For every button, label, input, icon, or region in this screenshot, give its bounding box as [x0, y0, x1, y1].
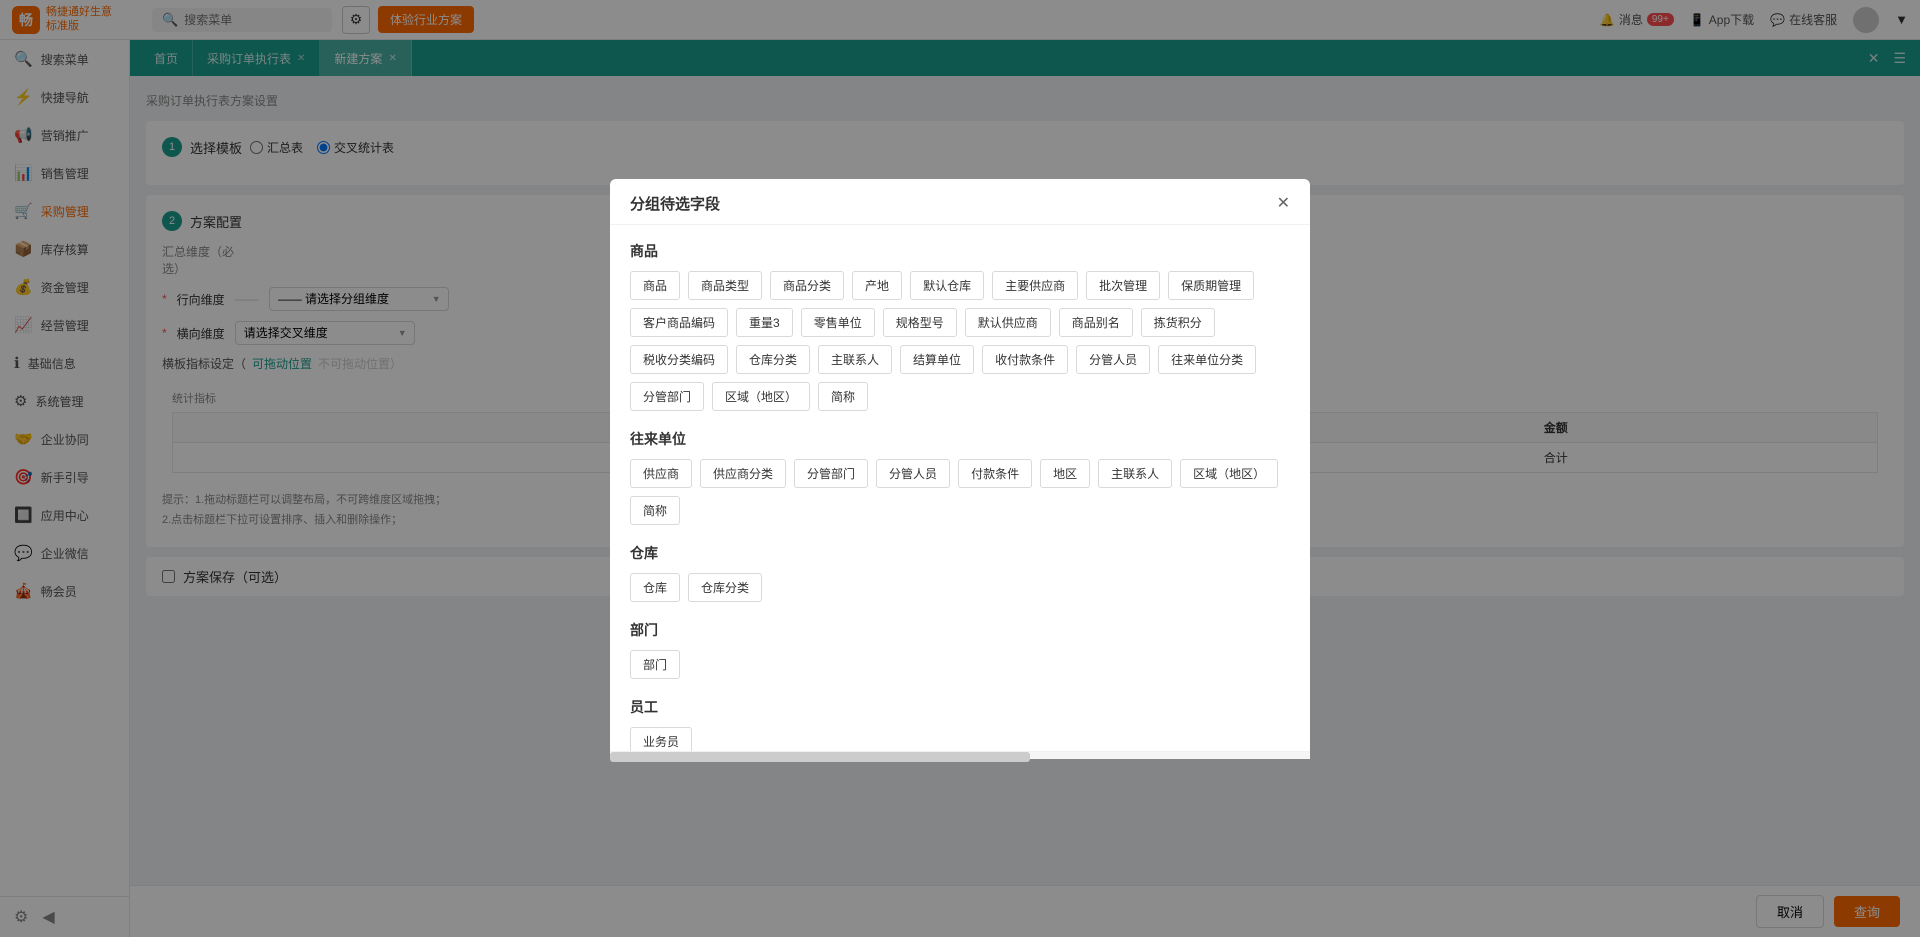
modal-horizontal-scrollbar[interactable] [610, 751, 1310, 759]
field-tag-1-8[interactable]: 简称 [630, 496, 680, 525]
field-tags-1: 供应商供应商分类分管部门分管人员付款条件地区主联系人区域（地区） 简称 [630, 459, 1290, 525]
field-tag-0-23[interactable]: 区域（地区） [712, 382, 810, 411]
field-tag-0-0[interactable]: 商品 [630, 271, 680, 300]
field-group-title-2: 仓库 [630, 543, 1290, 563]
field-tag-0-14[interactable]: 拣货积分 [1141, 308, 1215, 337]
field-tag-0-8[interactable]: 客户商品编码 [630, 308, 728, 337]
field-tag-0-11[interactable]: 规格型号 [883, 308, 957, 337]
modal-body: 商品商品商品类型商品分类产地默认仓库主要供应商批次管理保质期管理客户商品编码重量… [610, 225, 1310, 751]
modal-header: 分组待选字段 ✕ [610, 179, 1310, 225]
field-tag-4-0[interactable]: 业务员 [630, 727, 692, 751]
field-tag-0-21[interactable]: 往来单位分类 [1158, 345, 1256, 374]
field-tag-0-19[interactable]: 收付款条件 [982, 345, 1068, 374]
field-tag-0-7[interactable]: 保质期管理 [1168, 271, 1254, 300]
field-tag-0-9[interactable]: 重量3 [736, 308, 793, 337]
field-tag-0-18[interactable]: 结算单位 [900, 345, 974, 374]
field-tag-0-12[interactable]: 默认供应商 [965, 308, 1051, 337]
field-tag-1-7[interactable]: 区域（地区） [1180, 459, 1278, 488]
modal-title: 分组待选字段 [630, 193, 720, 214]
field-tag-1-5[interactable]: 地区 [1040, 459, 1090, 488]
field-group-4: 员工业务员 [630, 697, 1290, 751]
field-group-3: 部门部门 [630, 620, 1290, 679]
field-tag-0-2[interactable]: 商品分类 [770, 271, 844, 300]
field-tags-0: 商品商品类型商品分类产地默认仓库主要供应商批次管理保质期管理客户商品编码重量3 零… [630, 271, 1290, 411]
field-tag-2-1[interactable]: 仓库分类 [688, 573, 762, 602]
field-tag-0-15[interactable]: 税收分类编码 [630, 345, 728, 374]
field-tag-1-3[interactable]: 分管人员 [876, 459, 950, 488]
modal-close-button[interactable]: ✕ [1277, 193, 1290, 213]
field-tag-0-10[interactable]: 零售单位 [801, 308, 875, 337]
field-group-title-4: 员工 [630, 697, 1290, 717]
field-tag-0-3[interactable]: 产地 [852, 271, 902, 300]
field-tag-0-13[interactable]: 商品别名 [1059, 308, 1133, 337]
field-tag-0-6[interactable]: 批次管理 [1086, 271, 1160, 300]
field-tag-2-0[interactable]: 仓库 [630, 573, 680, 602]
field-tag-0-1[interactable]: 商品类型 [688, 271, 762, 300]
field-tag-0-24[interactable]: 简称 [818, 382, 868, 411]
field-tag-0-4[interactable]: 默认仓库 [910, 271, 984, 300]
field-group-2: 仓库仓库仓库分类 [630, 543, 1290, 602]
field-group-title-1: 往来单位 [630, 429, 1290, 449]
modal-scrollbar-thumb [610, 752, 1030, 762]
field-group-title-3: 部门 [630, 620, 1290, 640]
field-tag-1-1[interactable]: 供应商分类 [700, 459, 786, 488]
field-tag-1-4[interactable]: 付款条件 [958, 459, 1032, 488]
field-tag-1-6[interactable]: 主联系人 [1098, 459, 1172, 488]
field-tag-0-22[interactable]: 分管部门 [630, 382, 704, 411]
modal-overlay: 分组待选字段 ✕ 商品商品商品类型商品分类产地默认仓库主要供应商批次管理保质期管… [0, 0, 1920, 937]
field-tag-0-16[interactable]: 仓库分类 [736, 345, 810, 374]
field-tag-0-5[interactable]: 主要供应商 [992, 271, 1078, 300]
field-tags-4: 业务员 [630, 727, 1290, 751]
field-tag-0-17[interactable]: 主联系人 [818, 345, 892, 374]
field-tag-1-0[interactable]: 供应商 [630, 459, 692, 488]
modal-dialog: 分组待选字段 ✕ 商品商品商品类型商品分类产地默认仓库主要供应商批次管理保质期管… [610, 179, 1310, 759]
field-group-1: 往来单位供应商供应商分类分管部门分管人员付款条件地区主联系人区域（地区） 简称 [630, 429, 1290, 525]
field-tags-3: 部门 [630, 650, 1290, 679]
field-tag-1-2[interactable]: 分管部门 [794, 459, 868, 488]
field-tag-3-0[interactable]: 部门 [630, 650, 680, 679]
field-tag-0-20[interactable]: 分管人员 [1076, 345, 1150, 374]
field-group-title-0: 商品 [630, 241, 1290, 261]
field-tags-2: 仓库仓库分类 [630, 573, 1290, 602]
field-group-0: 商品商品商品类型商品分类产地默认仓库主要供应商批次管理保质期管理客户商品编码重量… [630, 241, 1290, 411]
